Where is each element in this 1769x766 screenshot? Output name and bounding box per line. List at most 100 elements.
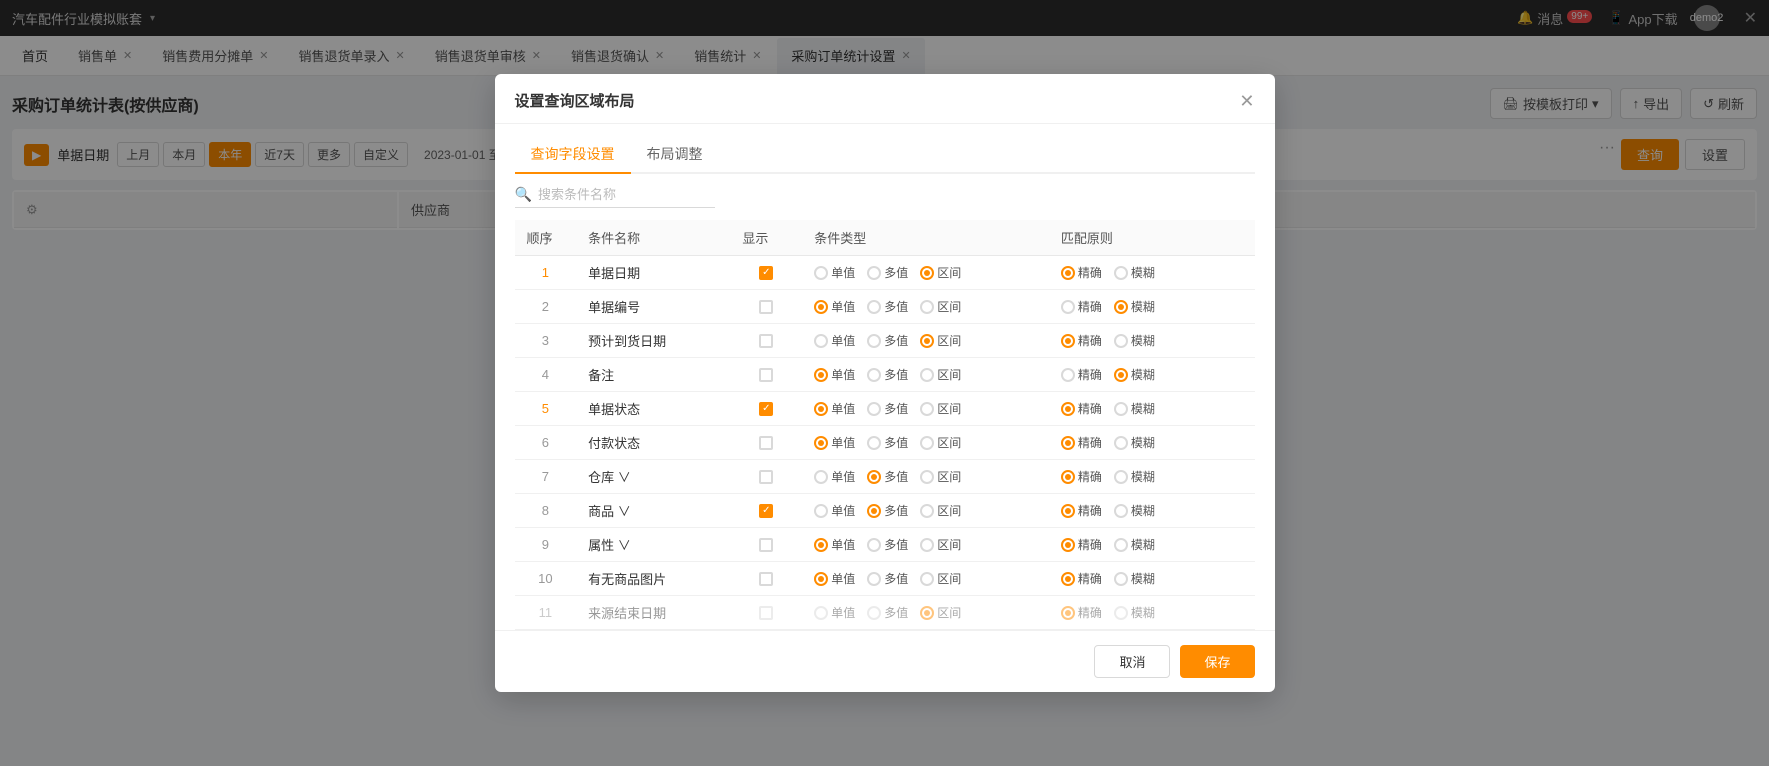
radio-item-type[interactable]: 多值 [867,400,908,417]
radio-item-type[interactable]: 多值 [867,536,908,553]
radio-item-type[interactable]: 多值 [867,366,908,383]
checkbox-display[interactable] [759,504,773,518]
radio-circle [920,436,934,450]
row-show-checkbox[interactable] [730,460,802,494]
radio-item-match[interactable]: 模糊 [1114,468,1155,485]
radio-circle [814,504,828,518]
row-show-checkbox[interactable] [730,358,802,392]
radio-item-match[interactable]: 精确 [1061,570,1102,587]
radio-item-match[interactable]: 模糊 [1114,366,1155,383]
checkbox-display[interactable] [759,572,773,586]
row-show-checkbox[interactable] [730,426,802,460]
radio-circle [814,572,828,586]
radio-item-match[interactable]: 模糊 [1114,332,1155,349]
radio-circle [814,266,828,280]
radio-item-type[interactable]: 区间 [920,502,961,519]
checkbox-display[interactable] [759,334,773,348]
checkbox-display[interactable] [759,538,773,552]
save-button[interactable]: 保存 [1180,645,1254,678]
row-show-checkbox[interactable] [730,324,802,358]
radio-item-type[interactable]: 多值 [867,434,908,451]
modal-table: 顺序 条件名称 显示 条件类型 匹配原则 1单据日期单值多值区间精确模糊2单据编… [515,220,1255,630]
radio-item-type[interactable]: 区间 [920,264,961,281]
radio-item-type[interactable]: 单值 [814,264,855,281]
modal-tab-layout[interactable]: 布局调整 [631,136,719,174]
radio-item-match[interactable]: 模糊 [1114,502,1155,519]
radio-item-type[interactable]: 多值 [867,264,908,281]
radio-item-match[interactable]: 模糊 [1114,264,1155,281]
checkbox-display[interactable] [759,606,773,620]
radio-item-type[interactable]: 多值 [867,332,908,349]
row-match: 精确模糊 [1049,392,1255,426]
cancel-button[interactable]: 取消 [1094,645,1170,678]
radio-item-type[interactable]: 多值 [867,468,908,485]
checkbox-display[interactable] [759,470,773,484]
radio-item-match[interactable]: 模糊 [1114,298,1155,315]
table-row: 4备注单值多值区间精确模糊 [515,358,1255,392]
radio-item-type[interactable]: 单值 [814,604,855,621]
radio-item-type[interactable]: 单值 [814,298,855,315]
checkbox-display[interactable] [759,300,773,314]
radio-item-type[interactable]: 多值 [867,502,908,519]
modal-close-button[interactable]: ✕ [1239,92,1254,110]
radio-item-type[interactable]: 区间 [920,434,961,451]
radio-item-match[interactable]: 精确 [1061,468,1102,485]
radio-item-type[interactable]: 多值 [867,298,908,315]
row-order: 3 [515,324,577,358]
radio-item-match[interactable]: 精确 [1061,604,1102,621]
row-show-checkbox[interactable] [730,528,802,562]
radio-item-type[interactable]: 单值 [814,400,855,417]
radio-item-type[interactable]: 单值 [814,536,855,553]
radio-item-match[interactable]: 精确 [1061,502,1102,519]
radio-item-type[interactable]: 单值 [814,502,855,519]
radio-item-match[interactable]: 精确 [1061,332,1102,349]
row-name: 来源结束日期 [576,596,730,630]
radio-item-type[interactable]: 区间 [920,332,961,349]
row-show-checkbox[interactable] [730,256,802,290]
radio-circle [814,606,828,620]
radio-item-match[interactable]: 精确 [1061,400,1102,417]
checkbox-display[interactable] [759,266,773,280]
checkbox-display[interactable] [759,402,773,416]
radio-item-match[interactable]: 模糊 [1114,434,1155,451]
radio-item-type[interactable]: 多值 [867,604,908,621]
radio-item-type[interactable]: 单值 [814,434,855,451]
radio-item-match[interactable]: 模糊 [1114,536,1155,553]
radio-item-type[interactable]: 区间 [920,400,961,417]
radio-item-type[interactable]: 多值 [867,570,908,587]
radio-item-type[interactable]: 单值 [814,570,855,587]
radio-item-match[interactable]: 精确 [1061,536,1102,553]
page-content: 采购订单统计表(按供应商) 🖨 按模板打印 ▾ ↑ 导出 ↺ 刷新 ▶ 单据日期… [0,76,1769,766]
radio-item-type[interactable]: 单值 [814,332,855,349]
radio-item-type[interactable]: 区间 [920,536,961,553]
radio-item-match[interactable]: 精确 [1061,434,1102,451]
row-order: 11 [515,596,577,630]
row-name: 单据编号 [576,290,730,324]
row-show-checkbox[interactable] [730,392,802,426]
radio-item-match[interactable]: 模糊 [1114,570,1155,587]
radio-item-match[interactable]: 模糊 [1114,400,1155,417]
radio-item-match[interactable]: 精确 [1061,366,1102,383]
radio-item-type[interactable]: 区间 [920,298,961,315]
row-show-checkbox[interactable] [730,562,802,596]
modal-body: 查询字段设置 布局调整 🔍 顺序 条件名称 显示 [495,124,1275,630]
row-type: 单值多值区间 [802,392,1049,426]
search-input[interactable] [538,187,715,202]
radio-item-type[interactable]: 区间 [920,366,961,383]
radio-item-match[interactable]: 精确 [1061,298,1102,315]
row-show-checkbox[interactable] [730,290,802,324]
radio-item-match[interactable]: 精确 [1061,264,1102,281]
checkbox-display[interactable] [759,436,773,450]
radio-item-type[interactable]: 单值 [814,366,855,383]
radio-circle [920,572,934,586]
radio-item-match[interactable]: 模糊 [1114,604,1155,621]
checkbox-display[interactable] [759,368,773,382]
row-show-checkbox[interactable] [730,494,802,528]
row-show-checkbox[interactable] [730,596,802,630]
radio-item-type[interactable]: 区间 [920,468,961,485]
radio-item-type[interactable]: 单值 [814,468,855,485]
modal-tab-query-fields[interactable]: 查询字段设置 [515,136,631,174]
radio-item-type[interactable]: 区间 [920,604,961,621]
row-match: 精确模糊 [1049,324,1255,358]
radio-item-type[interactable]: 区间 [920,570,961,587]
